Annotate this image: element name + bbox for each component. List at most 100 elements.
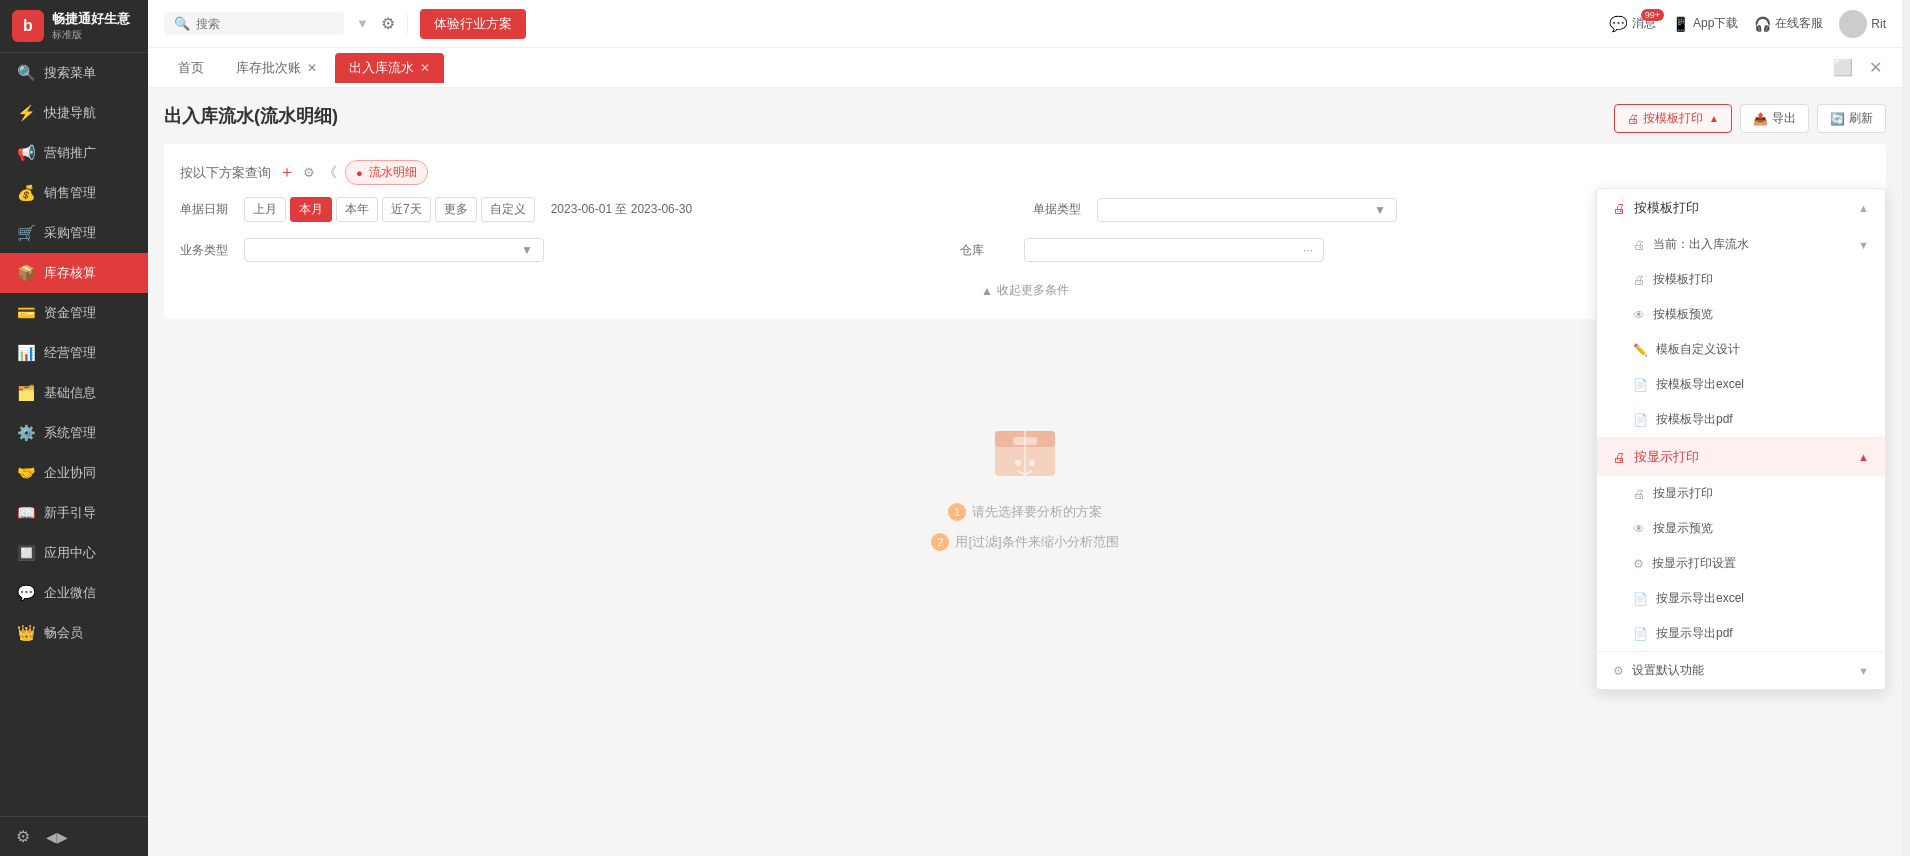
box-icon: 📦 xyxy=(16,264,36,282)
tab-batch-account[interactable]: 库存批次账 ✕ xyxy=(222,53,331,83)
main-content: 🔍 ▼ ⚙ 体验行业方案 💬 消息 99+ 📱 App下载 🎧 在线客服 Rit xyxy=(148,0,1902,856)
sidebar-item-member[interactable]: 👑 畅会员 xyxy=(0,613,148,653)
chevron-up-dropdown-icon: ▲ xyxy=(1858,202,1869,214)
refresh-btn[interactable]: 🔄 刷新 xyxy=(1817,104,1886,133)
dropdown-template-pdf-item[interactable]: 📄 按模板导出pdf xyxy=(1597,402,1885,437)
export-icon: 📤 xyxy=(1753,112,1768,126)
template-preview-icon: 👁 xyxy=(1633,308,1645,322)
dropdown-template-preview-item[interactable]: 👁 按模板预览 xyxy=(1597,297,1885,332)
date-btn-this-year[interactable]: 本年 xyxy=(336,197,378,222)
dropdown-display-settings-item[interactable]: ⚙ 按显示打印设置 xyxy=(1597,546,1885,581)
doc-type-chevron: ▼ xyxy=(1374,203,1386,217)
sidebar-item-purchase[interactable]: 🛒 采购管理 xyxy=(0,213,148,253)
dropdown-display-preview-item[interactable]: 👁 按显示预览 xyxy=(1597,511,1885,546)
tab-maximize-icon[interactable]: ⬜ xyxy=(1829,56,1857,79)
sidebar-item-quick-nav[interactable]: ⚡ 快捷导航 xyxy=(0,93,148,133)
app-download-btn[interactable]: 📱 App下载 xyxy=(1672,15,1738,32)
display-preview-icon: 👁 xyxy=(1633,522,1645,536)
svg-rect-3 xyxy=(1013,437,1037,445)
svg-point-5 xyxy=(1029,460,1035,466)
sidebar-bottom: ⚙ ◀▶ xyxy=(0,816,148,856)
date-btn-last-month[interactable]: 上月 xyxy=(244,197,286,222)
export-btn[interactable]: 📤 导出 xyxy=(1740,104,1809,133)
tab-home[interactable]: 首页 xyxy=(164,53,218,83)
messages-btn[interactable]: 💬 消息 99+ xyxy=(1609,15,1656,33)
sidebar-item-corp[interactable]: 🤝 企业协同 xyxy=(0,453,148,493)
sidebar-item-guide[interactable]: 📖 新手引导 xyxy=(0,493,148,533)
sidebar-item-app-center[interactable]: 🔲 应用中心 xyxy=(0,533,148,573)
sidebar-item-basic[interactable]: 🗂️ 基础信息 xyxy=(0,373,148,413)
tab-flow-close[interactable]: ✕ xyxy=(420,61,430,75)
default-settings-chevron: ▼ xyxy=(1858,665,1869,677)
logo-icon: b xyxy=(12,10,44,42)
topbar-search-box[interactable]: 🔍 xyxy=(164,12,344,35)
filter-add-btn[interactable]: ＋ xyxy=(279,162,295,183)
industry-solution-btn[interactable]: 体验行业方案 xyxy=(420,9,526,39)
avatar xyxy=(1839,10,1867,38)
username-label: Rit xyxy=(1871,17,1886,31)
phone-icon: 📱 xyxy=(1672,16,1689,32)
tab-batch-account-close[interactable]: ✕ xyxy=(307,61,317,75)
date-btn-this-month[interactable]: 本月 xyxy=(290,197,332,222)
display-print-header[interactable]: 🖨 按显示打印 ▲ xyxy=(1597,438,1885,476)
sidebar-nav: 🔍 搜索菜单 ⚡ 快捷导航 📢 营销推广 💰 销售管理 🛒 采购管理 📦 库存核… xyxy=(0,53,148,816)
collapse-sidebar-icon[interactable]: ◀▶ xyxy=(46,829,68,845)
template-pdf-icon: 📄 xyxy=(1633,413,1648,427)
settings-bottom-icon[interactable]: ⚙ xyxy=(16,827,30,846)
display-excel-icon: 📄 xyxy=(1633,592,1648,606)
sidebar-item-search[interactable]: 🔍 搜索菜单 xyxy=(0,53,148,93)
dropdown-display-print-item[interactable]: 🖨 按显示打印 xyxy=(1597,476,1885,511)
filter-collapse-btn[interactable]: 《 xyxy=(323,164,337,182)
sidebar-item-finance[interactable]: 💳 资金管理 xyxy=(0,293,148,333)
empty-illustration xyxy=(985,411,1065,491)
search-icon: 🔍 xyxy=(16,64,36,82)
date-btn-custom[interactable]: 自定义 xyxy=(481,197,535,222)
sidebar-item-wechat[interactable]: 💬 企业微信 xyxy=(0,573,148,613)
sidebar-item-inventory[interactable]: 📦 库存核算 xyxy=(0,253,148,293)
filter-settings-btn[interactable]: ⚙ xyxy=(303,165,315,180)
dropdown-display-excel-item[interactable]: 📄 按显示导出excel xyxy=(1597,581,1885,616)
business-type-select[interactable]: ▼ xyxy=(244,238,544,262)
tab-bar: 首页 库存批次账 ✕ 出入库流水 ✕ ⬜ ✕ xyxy=(148,48,1902,88)
filter-active-tag[interactable]: ● 流水明细 xyxy=(345,160,428,185)
dropdown-display-pdf-item[interactable]: 📄 按显示导出pdf xyxy=(1597,616,1885,651)
lightning-icon: ⚡ xyxy=(16,104,36,122)
business-type-label: 业务类型 xyxy=(180,242,236,259)
sidebar-item-sales[interactable]: 💰 销售管理 xyxy=(0,173,148,213)
dropdown-template-custom-item[interactable]: ✏️ 模板自定义设计 xyxy=(1597,332,1885,367)
search-input[interactable] xyxy=(196,17,316,31)
sidebar-item-system[interactable]: ⚙️ 系统管理 xyxy=(0,413,148,453)
dropdown-default-settings-item[interactable]: ⚙ 设置默认功能 ▼ xyxy=(1597,652,1885,689)
date-btn-last-7[interactable]: 近7天 xyxy=(382,197,431,222)
filter-group-date: 单据日期 上月 本月 本年 近7天 更多 自定义 2023-06-01 至 20… xyxy=(180,197,1017,222)
right-scrollbar-area xyxy=(1902,0,1910,856)
dropdown-template-print-item[interactable]: 🖨 按模板打印 xyxy=(1597,262,1885,297)
gear-sidebar-icon: ⚙️ xyxy=(16,424,36,442)
dropdown-current-item[interactable]: 🖨 当前：出入库流水 ▼ xyxy=(1597,227,1885,262)
topbar-gear-icon[interactable]: ⚙ xyxy=(381,14,395,33)
dropdown-template-excel-item[interactable]: 📄 按模板导出excel xyxy=(1597,367,1885,402)
tab-close-all-icon[interactable]: ✕ xyxy=(1865,56,1886,79)
empty-step-1: 1 请先选择要分析的方案 xyxy=(948,503,1102,521)
date-label: 单据日期 xyxy=(180,201,236,218)
topbar-dropdown-icon[interactable]: ▼ xyxy=(356,16,369,31)
warehouse-label: 仓库 xyxy=(960,242,1016,259)
chevron-up-collapse-icon: ▲ xyxy=(981,284,993,298)
date-btn-more[interactable]: 更多 xyxy=(435,197,477,222)
template-excel-icon: 📄 xyxy=(1633,378,1648,392)
doc-type-select[interactable]: ▼ xyxy=(1097,198,1397,222)
tab-flow[interactable]: 出入库流水 ✕ xyxy=(335,53,444,83)
print-template-btn[interactable]: 🖨 按模板打印 ▲ xyxy=(1614,104,1732,133)
user-avatar-area[interactable]: Rit xyxy=(1839,10,1886,38)
empty-step-2: 2 用[过滤]条件来缩小分析范围 xyxy=(931,533,1118,551)
template-custom-icon: ✏️ xyxy=(1633,343,1648,357)
tabs-right-actions: ⬜ ✕ xyxy=(1829,56,1886,79)
megaphone-icon: 📢 xyxy=(16,144,36,162)
sidebar-item-operation[interactable]: 📊 经营管理 xyxy=(0,333,148,373)
template-print-header[interactable]: 🖨 按模板打印 ▲ xyxy=(1597,189,1885,227)
online-service-btn[interactable]: 🎧 在线客服 xyxy=(1754,15,1823,32)
warehouse-select[interactable]: ··· xyxy=(1024,238,1324,262)
display-pdf-icon: 📄 xyxy=(1633,627,1648,641)
sidebar-item-marketing[interactable]: 📢 营销推广 xyxy=(0,133,148,173)
date-buttons: 上月 本月 本年 近7天 更多 自定义 xyxy=(244,197,535,222)
